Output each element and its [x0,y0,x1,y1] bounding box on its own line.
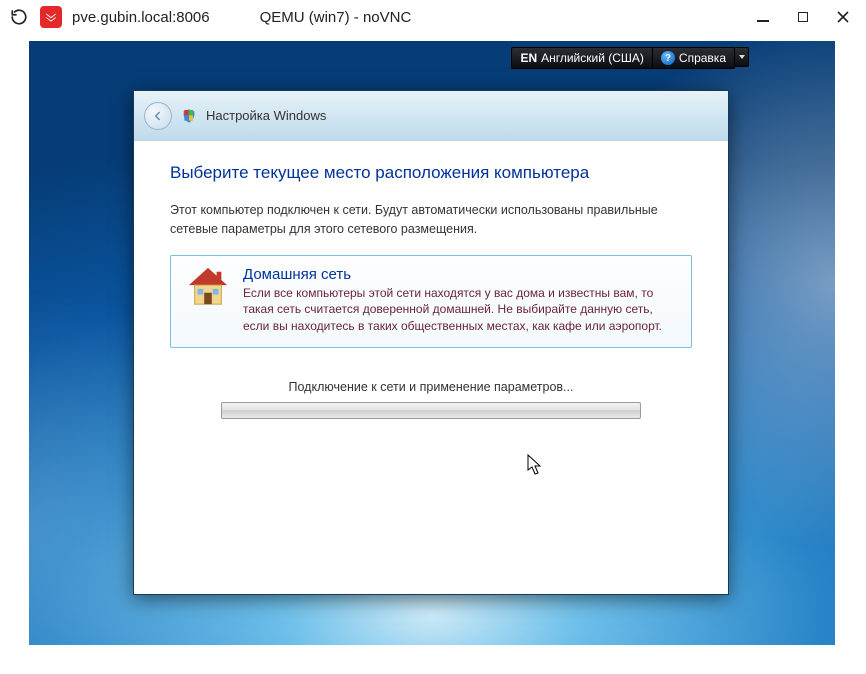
status-text: Подключение к сети и применение параметр… [170,380,692,394]
minimize-button[interactable] [754,8,772,26]
language-name: Английский (США) [541,51,644,65]
page-title: QEMU (win7) - noVNC [260,9,412,26]
network-option-title: Домашняя сеть [243,266,677,283]
windows-setup-wizard: Настройка Windows Выберите текущее место… [133,90,729,595]
progress-bar [221,402,641,419]
vnc-viewport: EN Английский (США) ? Справка Настройка … [29,41,835,645]
maximize-button[interactable] [794,8,812,26]
help-label: Справка [679,51,726,65]
site-favicon-icon [40,6,62,28]
wizard-heading: Выберите текущее место расположения комп… [170,163,692,183]
browser-toolbar: pve.gubin.local:8006 QEMU (win7) - noVNC [0,0,866,34]
help-icon: ? [661,51,675,65]
url-text[interactable]: pve.gubin.local:8006 [72,9,210,26]
back-button[interactable] [144,102,172,130]
close-button[interactable] [834,8,852,26]
language-indicator[interactable]: EN Английский (США) [511,47,651,69]
shield-icon [180,107,198,125]
help-button[interactable]: ? Справка [652,47,735,69]
wizard-body: Выберите текущее место расположения комп… [134,141,728,439]
wizard-info-text: Этот компьютер подключен к сети. Будут а… [170,201,692,239]
wizard-header: Настройка Windows [134,91,728,141]
wizard-title: Настройка Windows [206,108,326,123]
home-icon [185,266,231,308]
network-option-desc: Если все компьютеры этой сети находятся … [243,285,677,335]
reload-icon[interactable] [8,6,30,28]
language-bar: EN Английский (США) ? Справка [511,47,749,69]
language-options-button[interactable] [735,47,749,67]
window-controls [754,8,852,26]
network-option-home[interactable]: Домашняя сеть Если все компьютеры этой с… [170,255,692,348]
language-code: EN [520,51,537,65]
